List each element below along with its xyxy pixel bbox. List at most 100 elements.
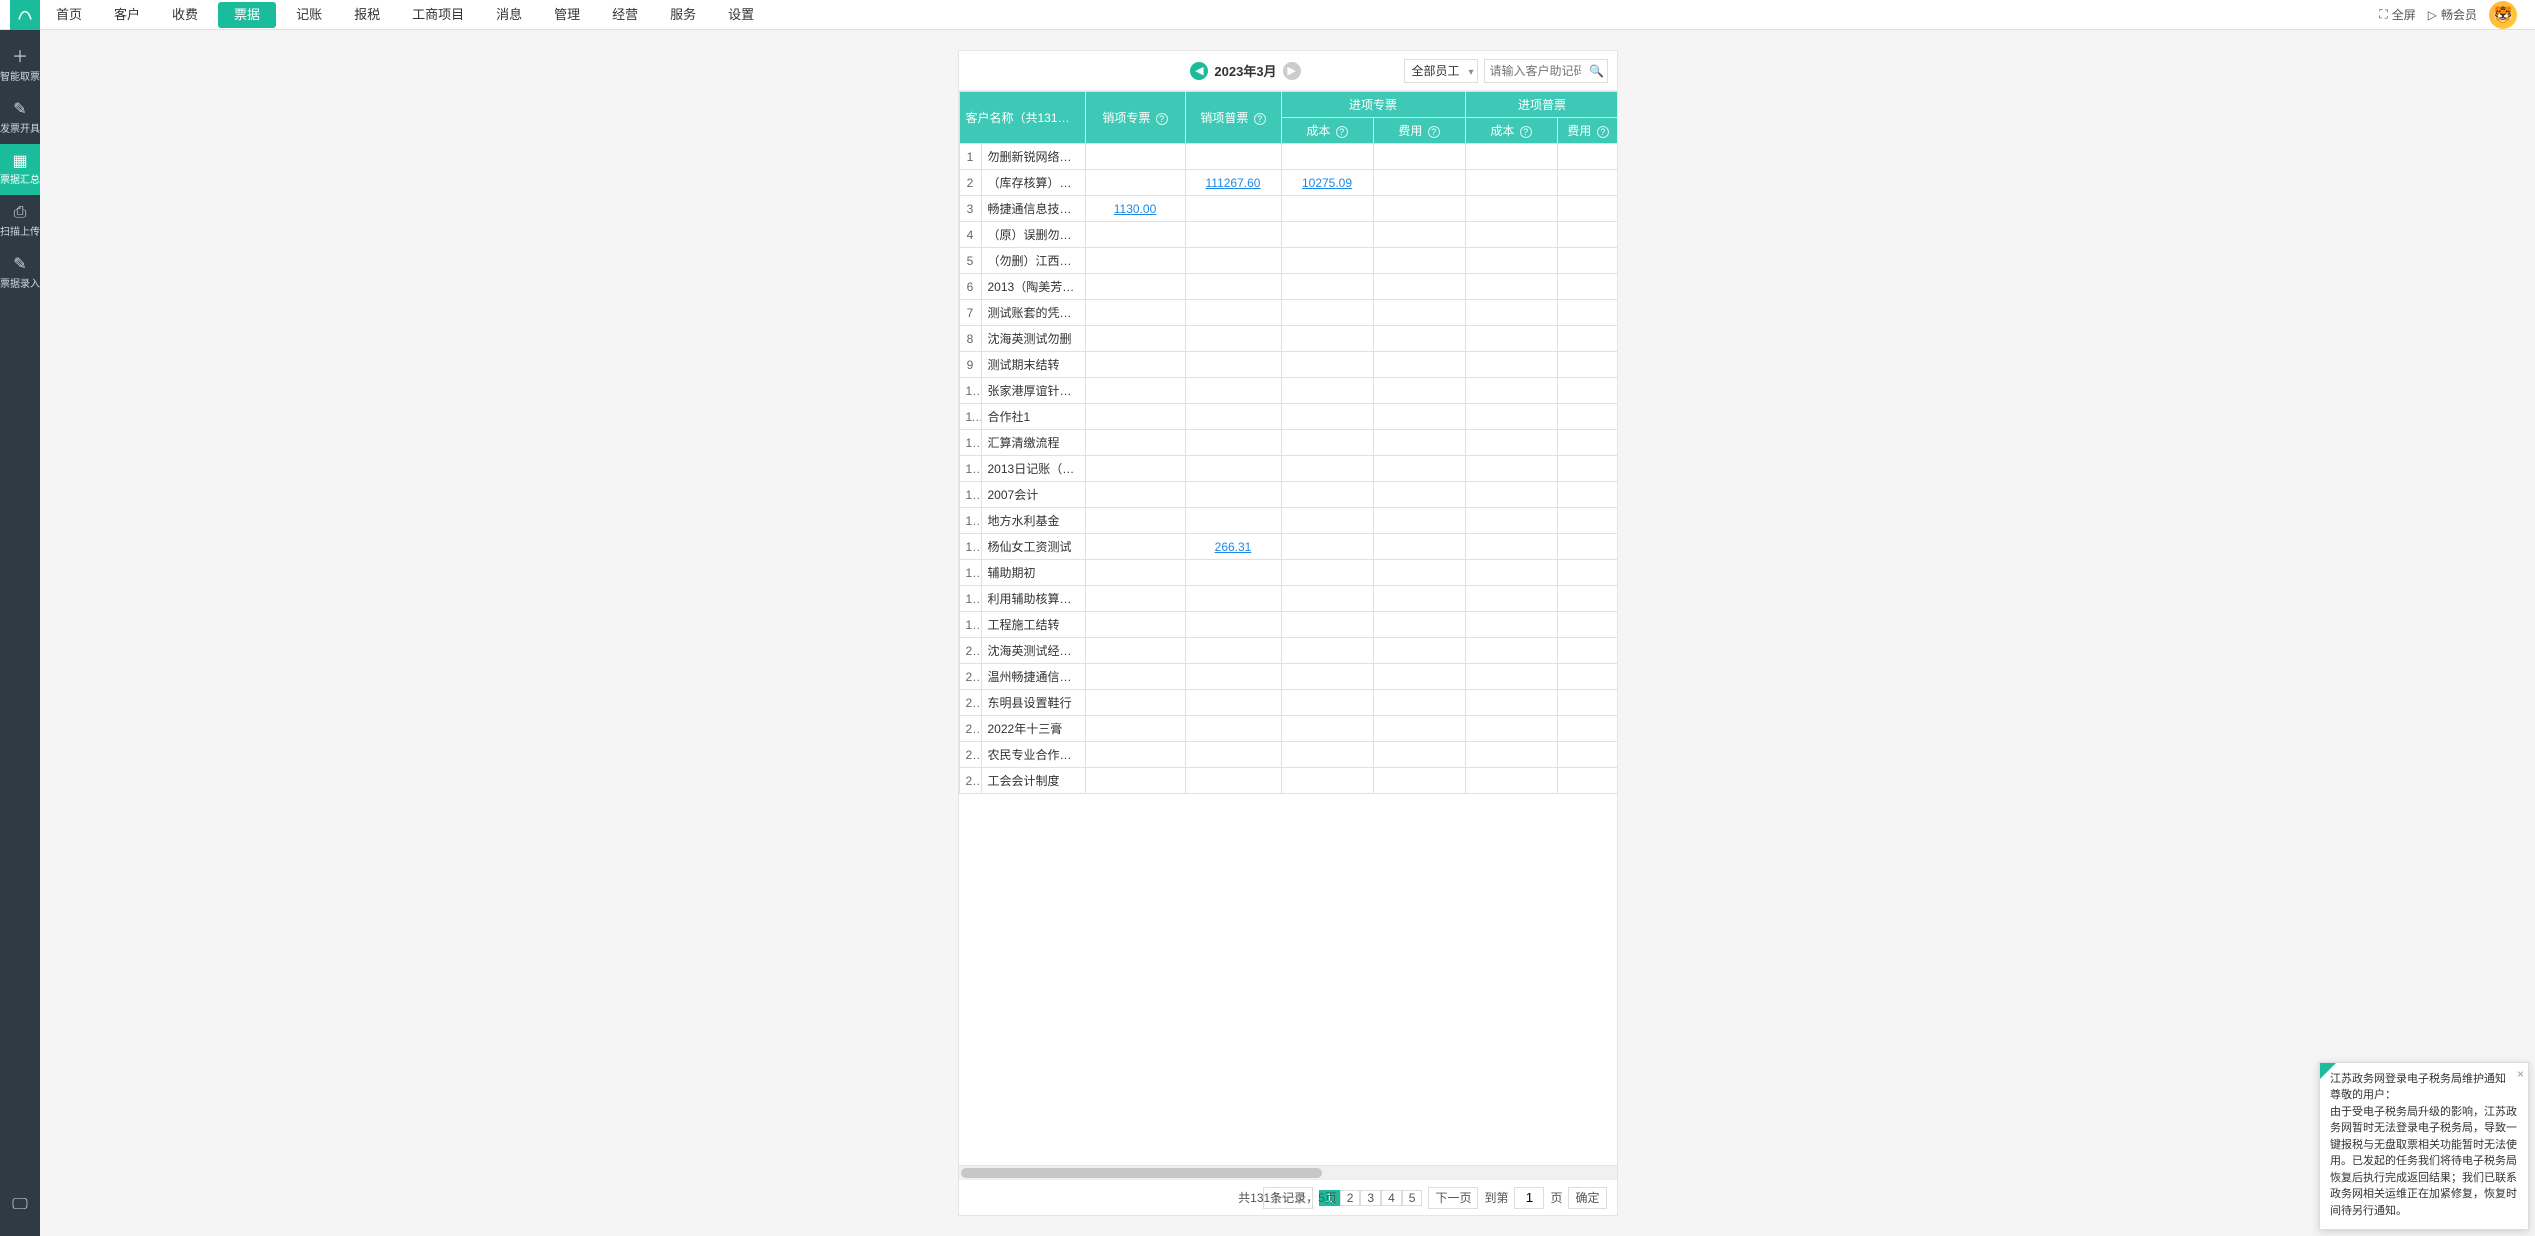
menu-经营[interactable]: 经营 [596, 0, 654, 30]
search-icon[interactable]: 🔍 [1585, 64, 1607, 78]
help-icon[interactable]: ? [1428, 126, 1440, 138]
fullscreen-icon: ⛶ [2379, 7, 2387, 22]
avatar[interactable]: 🐯 [2489, 1, 2517, 29]
sidebar: ＋智能取票✎发票开具▦票据汇总⎙扫描上传✎票据录入 🖵 [0, 30, 40, 1236]
sidebar-icon: ▦ [0, 152, 40, 173]
menu-票据[interactable]: 票据 [218, 2, 276, 28]
sidebar-icon: ✎ [0, 100, 40, 121]
menu-首页[interactable]: 首页 [40, 0, 98, 30]
table-row[interactable]: 22东明县设置鞋行 [959, 690, 1617, 716]
th-cost: 成本 ? [1281, 118, 1373, 144]
monitor-icon: 🖵 [0, 1195, 40, 1216]
th-sales-special: 销项专票 ? [1085, 92, 1185, 144]
table-row[interactable]: 20沈海英测试经营勿删 [959, 638, 1617, 664]
notice-greeting: 尊敬的用户： [2330, 1087, 2518, 1104]
help-icon[interactable]: ? [1254, 113, 1266, 125]
menu-设置[interactable]: 设置 [712, 0, 770, 30]
menu-管理[interactable]: 管理 [538, 0, 596, 30]
member-button[interactable]: ▷ 畅会员 [2428, 6, 2477, 23]
table-row[interactable]: 1勿删新锐网络通信 [959, 144, 1617, 170]
menu-收费[interactable]: 收费 [156, 0, 214, 30]
video-icon: ▷ [2428, 8, 2437, 22]
table-row[interactable]: 5（勿删）江西服宝-LSS [959, 248, 1617, 274]
current-month-label: 2023年3月 [1214, 61, 1276, 80]
amount-link[interactable]: 266.31 [1215, 540, 1252, 554]
menu-报税[interactable]: 报税 [338, 0, 396, 30]
table-row[interactable]: 21温州畅捷通信息服务有限… [959, 664, 1617, 690]
employee-select[interactable]: 全部员工 [1404, 59, 1478, 83]
table-row[interactable]: 19工程施工结转 [959, 612, 1617, 638]
member-label: 畅会员 [2441, 6, 2477, 23]
table-row[interactable]: 15地方水利基金 [959, 508, 1617, 534]
table-row[interactable]: 10张家港厚谊针织品有限公… [959, 378, 1617, 404]
menu-客户[interactable]: 客户 [98, 0, 156, 30]
sidebar-item-票据录入[interactable]: ✎票据录入 [0, 247, 40, 299]
table-row[interactable]: 8沈海英测试勿删 [959, 326, 1617, 352]
table-row[interactable]: 2（库存核算）直播畅捷通信…111267.6010275.09 [959, 170, 1617, 196]
sidebar-bottom-icon[interactable]: 🖵 [0, 1187, 40, 1226]
table-row[interactable]: 25工会会计制度 [959, 768, 1617, 794]
pager-page-2[interactable]: 2 [1340, 1190, 1361, 1206]
th-expense: 费用 ? [1373, 118, 1465, 144]
table-row[interactable]: 7测试账套的凭证打印的时候… [959, 300, 1617, 326]
th-sales-ordinary: 销项普票 ? [1185, 92, 1281, 144]
sidebar-icon: ✎ [0, 255, 40, 276]
th-purchase-special: 进项专票 [1281, 92, 1465, 118]
amount-link[interactable]: 10275.09 [1302, 176, 1352, 190]
table-row[interactable]: 3畅捷通信息技术股份有限公…1130.00 [959, 196, 1617, 222]
th-expense: 费用 ? [1557, 118, 1616, 144]
sidebar-item-发票开具[interactable]: ✎发票开具 [0, 92, 40, 144]
table-row[interactable]: 12汇算清缴流程 [959, 430, 1617, 456]
logo[interactable] [10, 0, 40, 30]
help-icon[interactable]: ? [1520, 126, 1532, 138]
amount-link[interactable]: 111267.60 [1206, 176, 1261, 190]
pager-goto-suffix: 页 [1550, 1189, 1562, 1206]
table-row[interactable]: 132013日记账（不要删除哈… [959, 456, 1617, 482]
pager-page-5[interactable]: 5 [1402, 1190, 1423, 1206]
menu-服务[interactable]: 服务 [654, 0, 712, 30]
table-row[interactable]: 11合作社1 [959, 404, 1617, 430]
th-customer: 客户名称（共131家） [959, 92, 1085, 144]
menu-消息[interactable]: 消息 [480, 0, 538, 30]
main-menu: 首页客户收费票据记账报税工商项目消息管理经营服务设置 [40, 0, 2379, 30]
search-input[interactable] [1485, 60, 1585, 82]
next-month-button[interactable]: ▶ [1283, 62, 1301, 80]
notice-title: 江苏政务网登录电子税务局维护通知 [2330, 1071, 2518, 1088]
employee-select-value: 全部员工 [1411, 64, 1459, 78]
horizontal-scrollbar[interactable] [959, 1165, 1617, 1179]
table-row[interactable]: 232022年十三膏 [959, 716, 1617, 742]
date-navigator: ◀ 2023年3月 ▶ [1190, 61, 1300, 80]
pagination: 共131条记录，5页 上一页 12345 下一页 到第 页 确定 [959, 1179, 1617, 1215]
pager-next[interactable]: 下一页 [1428, 1187, 1478, 1209]
fullscreen-label: 全屏 [2392, 6, 2416, 23]
help-icon[interactable]: ? [1597, 126, 1609, 138]
table-row[interactable]: 4（原）误删勿改李艳芬测试账… [959, 222, 1617, 248]
menu-工商项目[interactable]: 工商项目 [396, 0, 480, 30]
invoice-summary-card: ◀ 2023年3月 ▶ 全部员工 🔍 [958, 50, 1618, 1216]
table-row[interactable]: 17辅助期初 [959, 560, 1617, 586]
pager-page-3[interactable]: 3 [1360, 1190, 1381, 1206]
table-row[interactable]: 62013（陶美芳勿删） [959, 274, 1617, 300]
fullscreen-button[interactable]: ⛶ 全屏 [2379, 6, 2415, 23]
close-icon[interactable]: × [2517, 1065, 2524, 1083]
table-row[interactable]: 142007会计 [959, 482, 1617, 508]
pager-confirm[interactable]: 确定 [1568, 1187, 1606, 1209]
table-row[interactable]: 18利用辅助核算分析每种商… [959, 586, 1617, 612]
help-icon[interactable]: ? [1336, 126, 1348, 138]
menu-记账[interactable]: 记账 [280, 0, 338, 30]
sidebar-icon: ＋ [0, 48, 40, 69]
sidebar-item-票据汇总[interactable]: ▦票据汇总 [0, 144, 40, 196]
help-icon[interactable]: ? [1156, 113, 1168, 125]
table-row[interactable]: 24农民专业合作社会计制度 [959, 742, 1617, 768]
notice-body: 由于受电子税务局升级的影响，江苏政务网暂时无法登录电子税务局，导致一键报税与无盘… [2330, 1104, 2518, 1220]
prev-month-button[interactable]: ◀ [1190, 62, 1208, 80]
customer-search: 🔍 [1484, 59, 1608, 83]
table-row[interactable]: 9测试期末结转 [959, 352, 1617, 378]
sidebar-item-智能取票[interactable]: ＋智能取票 [0, 40, 40, 92]
pager-page-4[interactable]: 4 [1381, 1190, 1402, 1206]
sidebar-item-扫描上传[interactable]: ⎙扫描上传 [0, 195, 40, 247]
table-row[interactable]: 16杨仙女工资测试266.31 [959, 534, 1617, 560]
amount-link[interactable]: 1130.00 [1114, 202, 1157, 216]
pager-goto-input[interactable] [1514, 1187, 1544, 1209]
th-purchase-ordinary: 进项普票 [1465, 92, 1616, 118]
